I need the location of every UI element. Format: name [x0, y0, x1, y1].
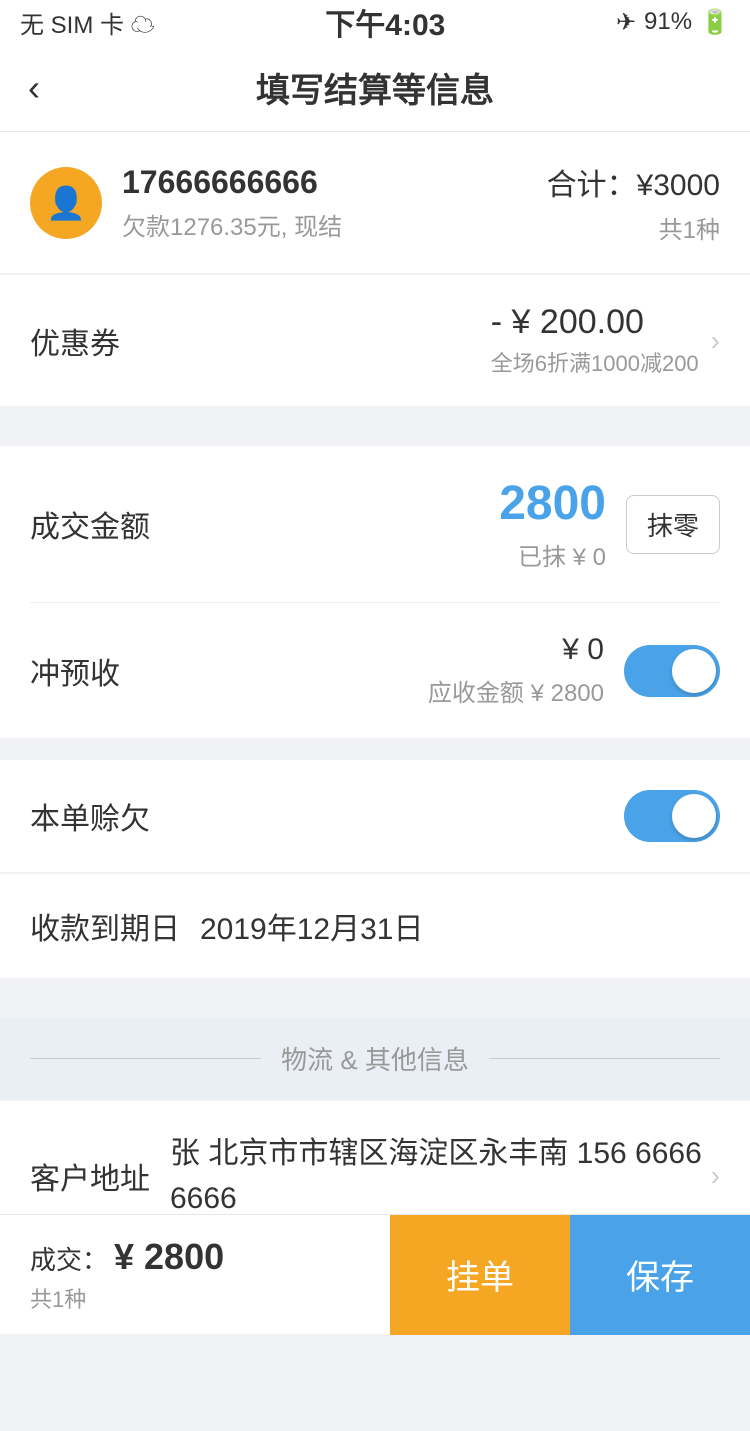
due-date-label: 收款到期日	[30, 904, 180, 948]
customer-debt: 欠款1276.35元, 现结	[122, 207, 342, 242]
credit-toggle-knob	[672, 794, 716, 838]
status-bar: 无 SIM 卡 ☁ 下午4:03 ✈ 91% 🔋	[0, 0, 750, 44]
separator-1	[0, 426, 750, 446]
prepaid-row: 冲预收 ¥ 0 应收金额 ¥ 2800	[30, 603, 720, 738]
total-amount: 合计：¥3000	[547, 160, 720, 204]
hang-button-label: 挂单	[446, 1250, 514, 1299]
page-title: 填写结算等信息	[256, 63, 494, 112]
coupon-chevron-icon: ›	[711, 325, 720, 357]
separator-2	[0, 740, 750, 760]
sim-status: 无 SIM 卡 ☁	[20, 5, 155, 40]
coupon-row[interactable]: 优惠券 - ¥ 200.00 全场6折满1000减200 ›	[0, 275, 750, 406]
deal-amount-row: 成交金额 2800 已抹 ¥ 0 抹零	[30, 446, 720, 603]
customer-card: 👤 17666666666 欠款1276.35元, 现结 合计：¥3000 共1…	[0, 132, 750, 273]
address-label: 客户地址	[30, 1154, 150, 1198]
prepaid-toggle[interactable]	[624, 645, 720, 697]
credit-label: 本单赊欠	[30, 794, 150, 838]
avatar-icon: 👤	[46, 184, 86, 222]
credit-row: 本单赊欠	[0, 760, 750, 872]
deal-amount-section: 成交金额 2800 已抹 ¥ 0 抹零 冲预收 ¥ 0 应收金额 ¥ 2800	[0, 446, 750, 738]
deal-amount-sub: 已抹 ¥ 0	[499, 537, 606, 572]
due-date-value: 2019年12月31日	[200, 904, 423, 948]
address-chevron-icon: ›	[711, 1160, 720, 1192]
divider-line-right	[489, 1058, 720, 1059]
hang-button[interactable]: 挂单	[390, 1215, 570, 1335]
bottom-summary: 成交： ¥ 2800 共1种	[0, 1236, 390, 1314]
header: ‹ 填写结算等信息	[0, 44, 750, 132]
prepaid-label: 冲预收	[30, 649, 120, 693]
battery-icon: 🔋	[700, 8, 730, 37]
bottom-count: 共1种	[30, 1282, 360, 1314]
customer-info: 17666666666 欠款1276.35元, 现结	[122, 164, 342, 242]
due-date-row: 收款到期日 2019年12月31日	[0, 874, 750, 978]
status-left: 无 SIM 卡 ☁	[20, 5, 155, 40]
save-button-label: 保存	[626, 1250, 694, 1299]
coupon-discount: - ¥ 200.00	[491, 303, 699, 342]
status-right: ✈ 91% 🔋	[616, 8, 730, 37]
toggle-knob	[672, 649, 716, 693]
status-time: 下午4:03	[325, 0, 445, 44]
credit-toggle[interactable]	[624, 790, 720, 842]
location-icon: ✈	[616, 8, 636, 37]
customer-right: 合计：¥3000 共1种	[547, 160, 720, 245]
prepaid-amount-block: ¥ 0 应收金额 ¥ 2800	[428, 633, 604, 708]
logistics-label: 物流 & 其他信息	[281, 1040, 469, 1077]
prepaid-right: ¥ 0 应收金额 ¥ 2800	[428, 633, 720, 708]
bottom-bar: 成交： ¥ 2800 共1种 挂单 保存	[0, 1214, 750, 1334]
deal-amount-label: 成交金额	[30, 502, 150, 546]
deal-amount-value: 2800	[499, 476, 606, 531]
avatar: 👤	[30, 167, 102, 239]
back-button[interactable]: ‹	[28, 67, 40, 109]
bottom-amount: ¥ 2800	[114, 1236, 224, 1278]
battery-level: 91%	[644, 8, 692, 36]
coupon-description: 全场6折满1000减200	[491, 346, 699, 378]
customer-phone: 17666666666	[122, 164, 342, 201]
round-zero-button[interactable]: 抹零	[626, 495, 720, 554]
divider-line-left	[30, 1058, 261, 1059]
prepaid-amount: ¥ 0	[428, 633, 604, 667]
deal-amount-right: 2800 已抹 ¥ 0 抹零	[499, 476, 720, 572]
customer-left: 👤 17666666666 欠款1276.35元, 现结	[30, 164, 342, 242]
bottom-deal-label: 成交：	[30, 1240, 108, 1277]
total-count: 共1种	[547, 210, 720, 245]
address-value: 张 北京市市辖区海淀区永丰南 156 6666 6666	[170, 1131, 711, 1221]
logistics-divider: 物流 & 其他信息	[0, 1018, 750, 1099]
save-button[interactable]: 保存	[570, 1215, 750, 1335]
coupon-label: 优惠券	[30, 319, 120, 363]
coupon-right: - ¥ 200.00 全场6折满1000减200 ›	[491, 303, 720, 378]
separator-3	[0, 998, 750, 1018]
prepaid-sub: 应收金额 ¥ 2800	[428, 673, 604, 708]
